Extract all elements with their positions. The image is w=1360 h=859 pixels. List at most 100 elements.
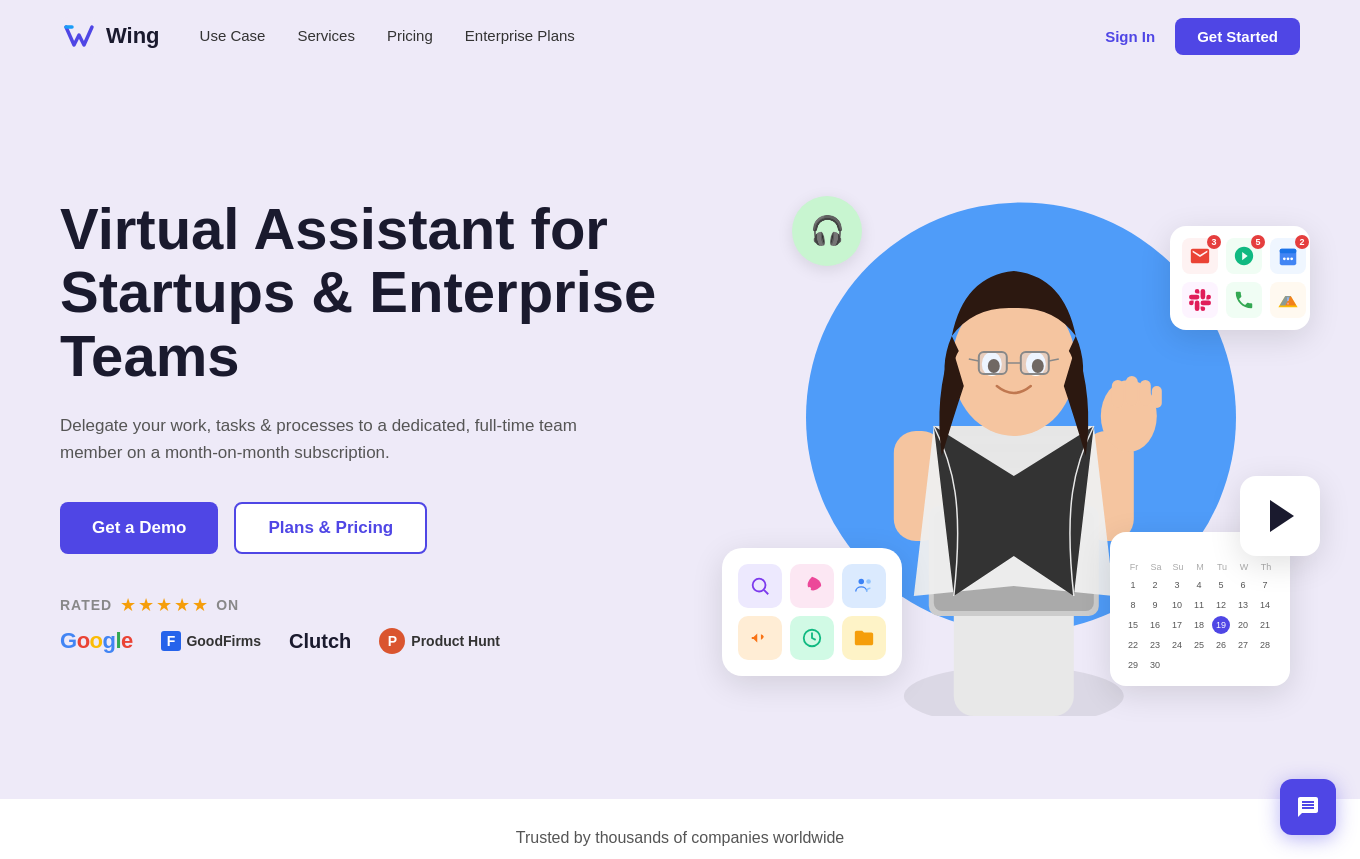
cal-cell-4: 4 [1190,576,1208,594]
star-3: ★ [156,594,172,616]
svg-rect-29 [1152,386,1162,408]
star-2: ★ [138,594,154,616]
google-logo: Google [60,628,133,654]
cal-cell-empty [1168,656,1186,674]
nav-pricing[interactable]: Pricing [387,27,433,44]
svg-rect-20 [979,352,1007,374]
svg-rect-31 [1280,248,1297,253]
sign-in-button[interactable]: Sign In [1105,28,1155,45]
cal-cell-1: 1 [1124,576,1142,594]
cal-cell-26: 26 [1212,636,1230,654]
cal-cell-10: 10 [1168,596,1186,614]
cal-day-fr: Fr [1124,562,1144,572]
chat-icon [1296,795,1320,819]
cal-cell-empty4 [1234,656,1252,674]
cal-cell-3: 3 [1168,576,1186,594]
cal-cell-19-today: 19 [1212,616,1230,634]
cal-grid: 1 2 3 4 5 6 7 8 9 10 11 12 13 14 15 16 1… [1124,576,1276,674]
navbar: Wing Use Case Services Pricing Enterpris… [0,0,1360,72]
svg-point-34 [1290,257,1293,260]
cal-cell-24: 24 [1168,636,1186,654]
clutch-logo: Clutch [289,630,351,653]
demo-button[interactable]: Get a Demo [60,502,218,554]
dash-icon-folder [842,616,886,660]
ratings-section: RATED ★ ★ ★ ★ ★ ON Google F GoodFir [60,594,702,654]
cal-cell-16: 16 [1146,616,1164,634]
svg-line-36 [764,590,768,594]
nav-right: Sign In Get Started [1105,18,1300,55]
cal-day-tu: Tu [1212,562,1232,572]
hero-buttons: Get a Demo Plans & Pricing [60,502,702,554]
cal-day-w: W [1234,562,1254,572]
notion-icon: 5 [1226,238,1262,274]
svg-point-38 [859,578,865,584]
play-button-panel[interactable] [1240,476,1320,556]
app-icons-panel: 3 5 2 [1170,226,1310,330]
goodfirms-text: GoodFirms [186,633,261,649]
svg-point-39 [866,579,871,584]
cal-day-sa: Sa [1146,562,1166,572]
goodfirms-logo: F GoodFirms [161,631,261,651]
cal-cell-11: 11 [1190,596,1208,614]
notion-badge: 5 [1251,235,1265,249]
phone-icon [1226,282,1262,318]
rated-label: RATED [60,597,112,613]
nav-enterprise[interactable]: Enterprise Plans [465,27,575,44]
logo-link[interactable]: Wing [60,17,160,55]
producthunt-logo: P Product Hunt [379,628,500,654]
bottom-section: Trusted by thousands of companies worldw… [0,799,1360,859]
dash-grid [738,564,886,660]
cal-cell-12: 12 [1212,596,1230,614]
cal-cell-25: 25 [1190,636,1208,654]
svg-point-33 [1287,257,1290,260]
wing-logo-icon [60,17,98,55]
nav-left: Wing Use Case Services Pricing Enterpris… [60,17,575,55]
dash-icon-rocket [790,564,834,608]
star-4: ★ [174,594,190,616]
dash-icon-megaphone [738,616,782,660]
cal-cell-5: 5 [1212,576,1230,594]
hero-title: Virtual Assistant for Startups & Enterpr… [60,197,702,388]
svg-rect-28 [1140,380,1151,406]
nav-services[interactable]: Services [297,27,355,44]
nav-links: Use Case Services Pricing Enterprise Pla… [200,27,575,45]
cal-cell-18: 18 [1190,616,1208,634]
get-started-button[interactable]: Get Started [1175,18,1300,55]
cal-day-m: M [1190,562,1210,572]
dash-icon-search [738,564,782,608]
chat-button[interactable] [1280,779,1336,835]
slack-icon [1182,282,1218,318]
cal-cell-22: 22 [1124,636,1142,654]
cal-day-header: Fr Sa Su M Tu W Th [1124,562,1276,572]
dash-icon-clock [790,616,834,660]
hero-section: Virtual Assistant for Startups & Enterpr… [0,72,1360,799]
svg-rect-21 [1021,352,1049,374]
star-1: ★ [120,594,136,616]
hero-illustration: 🎧 3 5 2 [742,136,1300,716]
brand-logos: Google F GoodFirms Clutch P Product Hunt [60,628,702,654]
cal-cell-6: 6 [1234,576,1252,594]
cal-cell-20: 20 [1234,616,1252,634]
star-5: ★ [192,594,208,616]
nav-use-case[interactable]: Use Case [200,27,266,44]
gmail-icon: 3 [1182,238,1218,274]
cal-cell-empty2 [1190,656,1208,674]
bottom-text: Trusted by thousands of companies worldw… [60,829,1300,847]
cal-cell-21: 21 [1256,616,1274,634]
cal-cell-27: 27 [1234,636,1252,654]
cal-cell-14: 14 [1256,596,1274,614]
rated-row: RATED ★ ★ ★ ★ ★ ON [60,594,702,616]
play-triangle-icon [1270,500,1294,532]
svg-point-37 [807,586,811,590]
drive-icon [1270,282,1306,318]
star-rating: ★ ★ ★ ★ ★ [120,594,208,616]
cal-cell-29: 29 [1124,656,1142,674]
cal-cell-15: 15 [1124,616,1142,634]
producthunt-text: Product Hunt [411,633,500,649]
hero-content: Virtual Assistant for Startups & Enterpr… [60,197,742,655]
svg-point-32 [1283,257,1286,260]
cal-cell-empty5 [1256,656,1274,674]
pricing-button[interactable]: Plans & Pricing [234,502,427,554]
cal-cell-30: 30 [1146,656,1164,674]
cal-cell-2: 2 [1146,576,1164,594]
